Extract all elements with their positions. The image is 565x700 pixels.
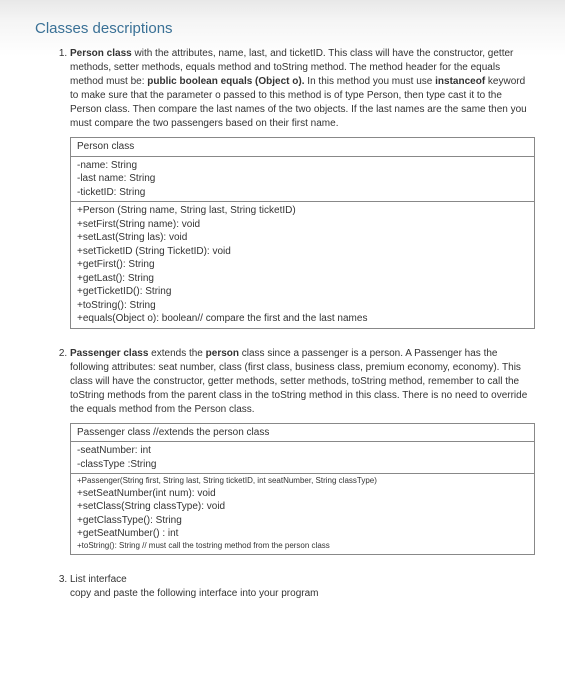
table-line: +getClassType(): String (77, 514, 528, 528)
table-methods-cell: +Passenger(String first, String last, St… (71, 474, 535, 555)
table-line: +toString(): String (77, 299, 528, 313)
table-attrs-cell: -name: String-last name: String-ticketID… (71, 156, 535, 202)
table-line: +setFirst(String name): void (77, 218, 528, 232)
class-table: Person class -name: String-last name: St… (70, 137, 535, 329)
page-title: Classes descriptions (35, 20, 535, 37)
table-line: +getFirst(): String (77, 258, 528, 272)
item-description: List interfacecopy and paste the followi… (70, 573, 535, 601)
table-line: +toString(): String // must call the tos… (77, 541, 528, 552)
table-line: -ticketID: String (77, 186, 528, 200)
table-line: +equals(Object o): boolean// compare the… (77, 312, 528, 326)
table-line: -classType :String (77, 458, 528, 472)
table-attrs-cell: -seatNumber: int-classType :String (71, 442, 535, 474)
table-line: +setSeatNumber(int num): void (77, 487, 528, 501)
item-description: Passenger class extends the person class… (70, 347, 535, 417)
list-item: Person class with the attributes, name, … (70, 47, 535, 329)
table-line: +setTicketID (String TicketID): void (77, 245, 528, 259)
list-item: List interfacecopy and paste the followi… (70, 573, 535, 601)
table-line: -name: String (77, 159, 528, 173)
table-line: -seatNumber: int (77, 444, 528, 458)
item-description: Person class with the attributes, name, … (70, 47, 535, 131)
table-header-cell: Person class (71, 138, 535, 157)
table-line: -last name: String (77, 172, 528, 186)
table-line: +setLast(String las): void (77, 231, 528, 245)
class-table: Passenger class //extends the person cla… (70, 423, 535, 555)
list-item: Passenger class extends the person class… (70, 347, 535, 555)
table-header-cell: Passenger class //extends the person cla… (71, 423, 535, 442)
class-list: Person class with the attributes, name, … (65, 47, 535, 601)
table-line: +Passenger(String first, String last, St… (77, 476, 528, 487)
table-line: +Person (String name, String last, Strin… (77, 204, 528, 218)
table-methods-cell: +Person (String name, String last, Strin… (71, 202, 535, 329)
table-line: +getTicketID(): String (77, 285, 528, 299)
table-line: +getLast(): String (77, 272, 528, 286)
table-line: +setClass(String classType): void (77, 500, 528, 514)
table-line: +getSeatNumber() : int (77, 527, 528, 541)
